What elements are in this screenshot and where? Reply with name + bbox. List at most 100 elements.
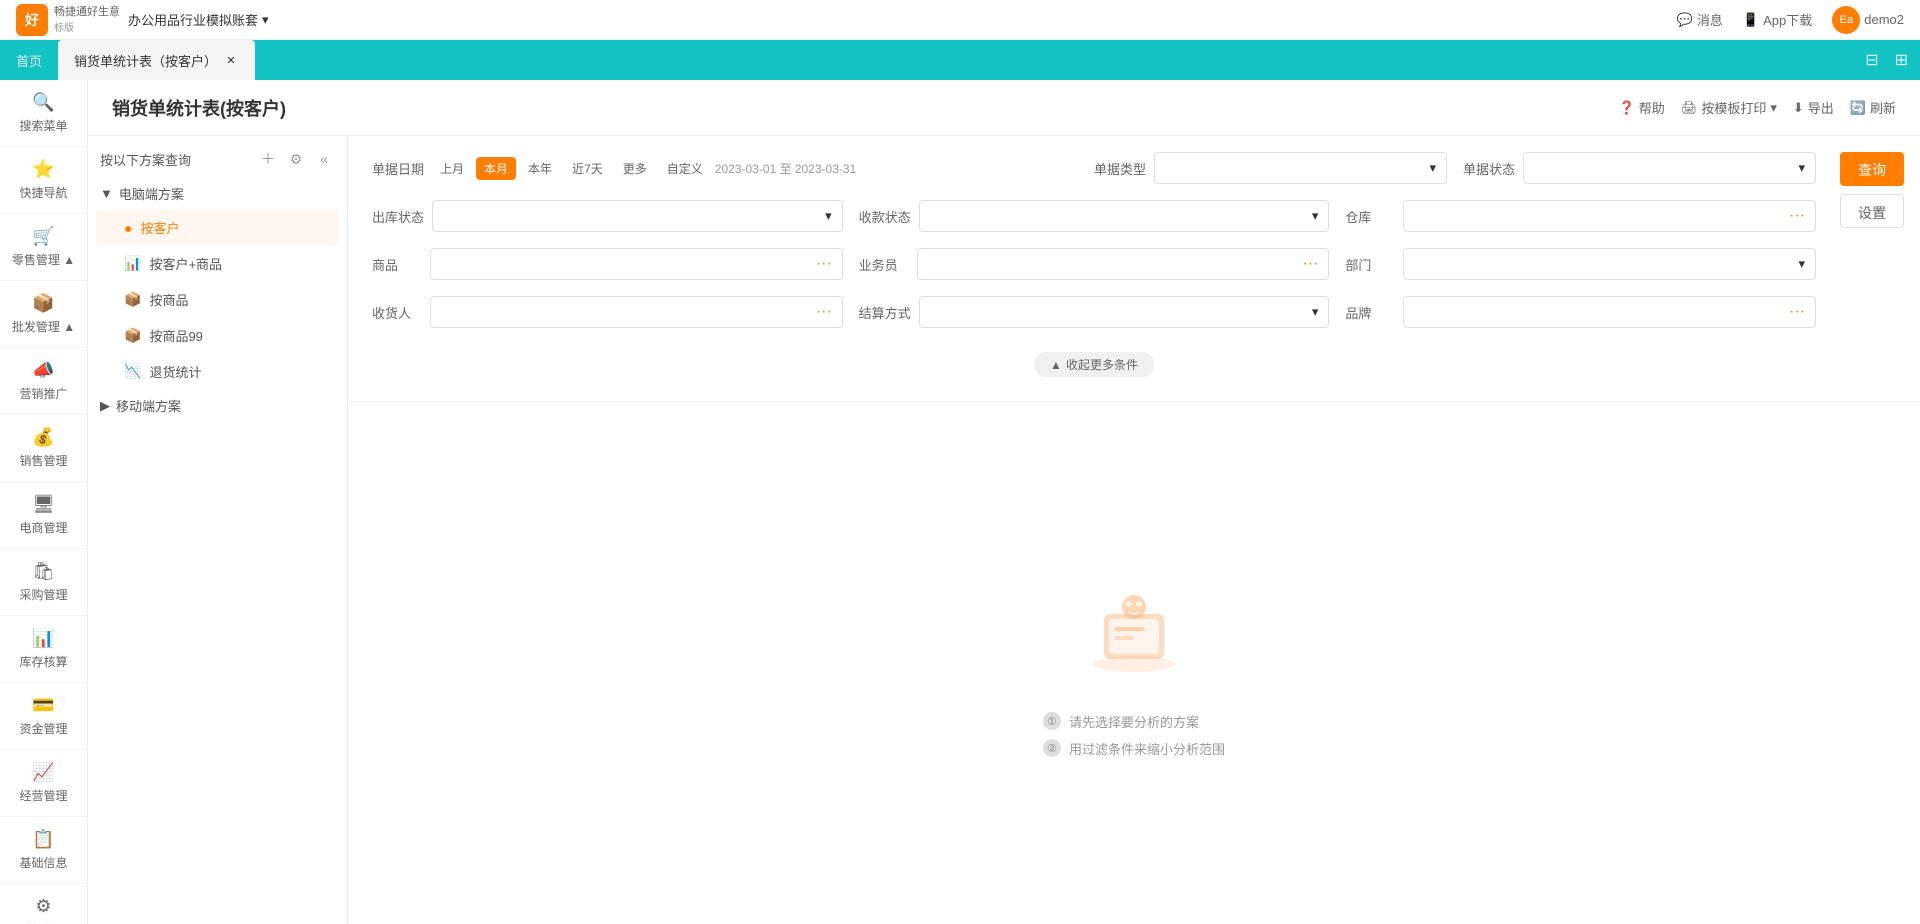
filter-row-1: 单据日期 上月 本月 本年 近7天 更多 自定义 2023-03-01 至 20… <box>372 152 1816 184</box>
department-select[interactable]: ▾ <box>1403 248 1816 280</box>
date-tab-last-7-days[interactable]: 近7天 <box>564 156 611 181</box>
filter-goods-item: 商品 ··· <box>372 248 843 280</box>
scheme-item-by-customer[interactable]: ● 按客户 <box>96 210 339 245</box>
salesman-dots-icon[interactable]: ··· <box>1302 255 1318 273</box>
empty-hint-1: ① 请先选择要分析的方案 <box>1043 712 1225 731</box>
query-button[interactable]: 查询 <box>1840 152 1904 186</box>
export-btn[interactable]: ⬇ 导出 <box>1793 98 1834 117</box>
settings-button[interactable]: 设置 <box>1840 194 1904 228</box>
ecommerce-icon: 🖥 <box>8 494 79 515</box>
tab-minimize-icon[interactable]: ⊟ <box>1861 46 1882 74</box>
sidebar-item-operations[interactable]: 📈 经营管理 <box>0 750 87 817</box>
user-profile[interactable]: Ea demo2 <box>1832 6 1904 34</box>
scheme-item-by-customer-goods[interactable]: 📊 按客户+商品 <box>96 246 339 281</box>
date-tab-this-year[interactable]: 本年 <box>520 156 560 181</box>
logo-area: 好 畅捷通好生意 标版 <box>16 4 120 36</box>
sidebar-item-search-menu[interactable]: 🔍 搜索菜单 <box>0 80 87 147</box>
scheme-group-mobile: ▶ 移动端方案 <box>88 390 347 421</box>
collapse-btn[interactable]: ▲ 收起更多条件 <box>1034 352 1154 377</box>
message-btn[interactable]: 💬 消息 <box>1677 10 1723 29</box>
filter-row-3: 商品 ··· 业务员 ··· <box>372 248 1816 280</box>
message-label: 消息 <box>1697 10 1723 29</box>
date-tab-last-month[interactable]: 上月 <box>432 156 472 181</box>
by-goods-label: 按商品 <box>149 290 188 309</box>
quick-nav-icon: ⭐ <box>8 159 79 180</box>
sidebar-item-ecommerce[interactable]: 🖥 电商管理 <box>0 482 87 549</box>
tab-maximize-icon[interactable]: ⊞ <box>1891 46 1912 74</box>
print-icon: 🖨 <box>1681 100 1698 116</box>
content-area: 销货单统计表(按客户) ❓ 帮助 🖨 按模板打印 ⬇ 导出 🔄 刷新 <box>88 80 1920 924</box>
empty-hint-1-text: 请先选择要分析的方案 <box>1069 712 1199 731</box>
export-label: 导出 <box>1808 98 1834 117</box>
sidebar-item-inventory-label: 库存核算 <box>8 653 79 670</box>
settlement-chevron-icon: ▾ <box>1312 304 1319 320</box>
sidebar-item-finance[interactable]: 💳 资金管理 <box>0 683 87 750</box>
account-dropdown[interactable]: 办公用品行业模拟账套 <box>128 10 269 29</box>
collapse-row: ▲ 收起更多条件 <box>372 344 1816 385</box>
right-panel: 单据日期 上月 本月 本年 近7天 更多 自定义 2023-03-01 至 20… <box>348 136 1920 924</box>
brand-select[interactable]: ··· <box>1403 296 1816 328</box>
type-select[interactable]: ▾ <box>1154 152 1447 184</box>
goods-select[interactable]: ··· <box>430 248 843 280</box>
sidebar-item-purchase[interactable]: 🛍 采购管理 <box>0 549 87 616</box>
sidebar-item-finance-label: 资金管理 <box>8 720 79 737</box>
scheme-group-mobile-title[interactable]: ▶ 移动端方案 <box>88 390 347 421</box>
brand-label: 品牌 <box>1345 303 1395 322</box>
sidebar-item-basic-info[interactable]: 📋 基础信息 <box>0 817 87 884</box>
search-menu-icon: 🔍 <box>8 92 79 113</box>
by-goods-99-label: 按商品99 <box>149 326 202 345</box>
scheme-settings-btn[interactable]: ⚙ <box>285 148 307 170</box>
sidebar-item-system[interactable]: ⚙ 系统管理 <box>0 884 87 924</box>
user-name: demo2 <box>1864 12 1904 27</box>
receiver-select[interactable]: ··· <box>430 296 843 328</box>
salesman-label: 业务员 <box>859 255 909 274</box>
sidebar-item-retail[interactable]: 🛒 零售管理 ▲ <box>0 214 87 281</box>
scheme-group-desktop-title[interactable]: ▼ 电脑端方案 <box>88 178 347 209</box>
tab-close-icon[interactable]: ✕ <box>223 52 239 68</box>
salesman-select[interactable]: ··· <box>917 248 1330 280</box>
tab-sales-stats[interactable]: 销货单统计表（按客户） ✕ <box>58 40 255 80</box>
sidebar-item-sales[interactable]: 💰 销售管理 <box>0 415 87 482</box>
scheme-collapse-btn[interactable]: « <box>313 148 335 170</box>
filter-row-4: 收货人 ··· 结算方式 ▾ <box>372 296 1816 328</box>
avatar: Ea <box>1832 6 1860 34</box>
scheme-item-return-stats[interactable]: 📉 退货统计 <box>96 354 339 389</box>
collect-status-select[interactable]: ▾ <box>919 200 1330 232</box>
brand-dots-icon[interactable]: ··· <box>1789 303 1805 321</box>
message-icon: 💬 <box>1677 12 1693 28</box>
scheme-item-by-goods-99[interactable]: 📦 按商品99 <box>96 318 339 353</box>
goods-dots-icon[interactable]: ··· <box>816 255 832 273</box>
print-btn[interactable]: 🖨 按模板打印 <box>1681 98 1777 117</box>
warehouse-dots-icon[interactable]: ··· <box>1789 207 1805 225</box>
settlement-select[interactable]: ▾ <box>919 296 1330 328</box>
help-icon: ❓ <box>1619 100 1635 116</box>
sidebar-item-marketing[interactable]: 📣 营销推广 <box>0 348 87 415</box>
help-label: 帮助 <box>1639 98 1665 117</box>
inventory-icon: 📊 <box>8 628 79 649</box>
empty-svg <box>1074 569 1194 689</box>
sidebar-item-inventory[interactable]: 📊 库存核算 <box>0 616 87 683</box>
date-tab-this-month[interactable]: 本月 <box>476 157 516 180</box>
date-tab-custom[interactable]: 自定义 <box>659 156 711 181</box>
warehouse-label: 仓库 <box>1345 207 1395 226</box>
date-tab-more[interactable]: 更多 <box>615 156 655 181</box>
filter-warehouse-item: 仓库 ··· <box>1345 200 1816 232</box>
sidebar-item-wholesale[interactable]: 📦 批发管理 ▲ <box>0 281 87 348</box>
scheme-item-by-goods[interactable]: 📦 按商品 <box>96 282 339 317</box>
filter-settlement-item: 结算方式 ▾ <box>859 296 1330 328</box>
scheme-panel-title: 按以下方案查询 <box>100 150 191 169</box>
tab-home[interactable]: 首页 <box>0 40 58 80</box>
scheme-group-mobile-label: 移动端方案 <box>116 396 181 415</box>
tab-home-label: 首页 <box>16 51 42 70</box>
sidebar-item-quick-nav[interactable]: ⭐ 快捷导航 <box>0 147 87 214</box>
help-btn[interactable]: ❓ 帮助 <box>1619 98 1665 117</box>
app-download-btn[interactable]: 📱 App下载 <box>1743 10 1812 29</box>
scheme-add-btn[interactable]: ＋ <box>257 148 279 170</box>
filter-type-item: 单据类型 ▾ <box>1094 152 1447 184</box>
filter-row-2: 出库状态 ▾ 收款状态 ▾ <box>372 200 1816 232</box>
status-select[interactable]: ▾ <box>1523 152 1816 184</box>
refresh-btn[interactable]: 🔄 刷新 <box>1850 98 1896 117</box>
out-status-select[interactable]: ▾ <box>432 200 843 232</box>
warehouse-select[interactable]: ··· <box>1403 200 1816 232</box>
receiver-dots-icon[interactable]: ··· <box>816 303 832 321</box>
